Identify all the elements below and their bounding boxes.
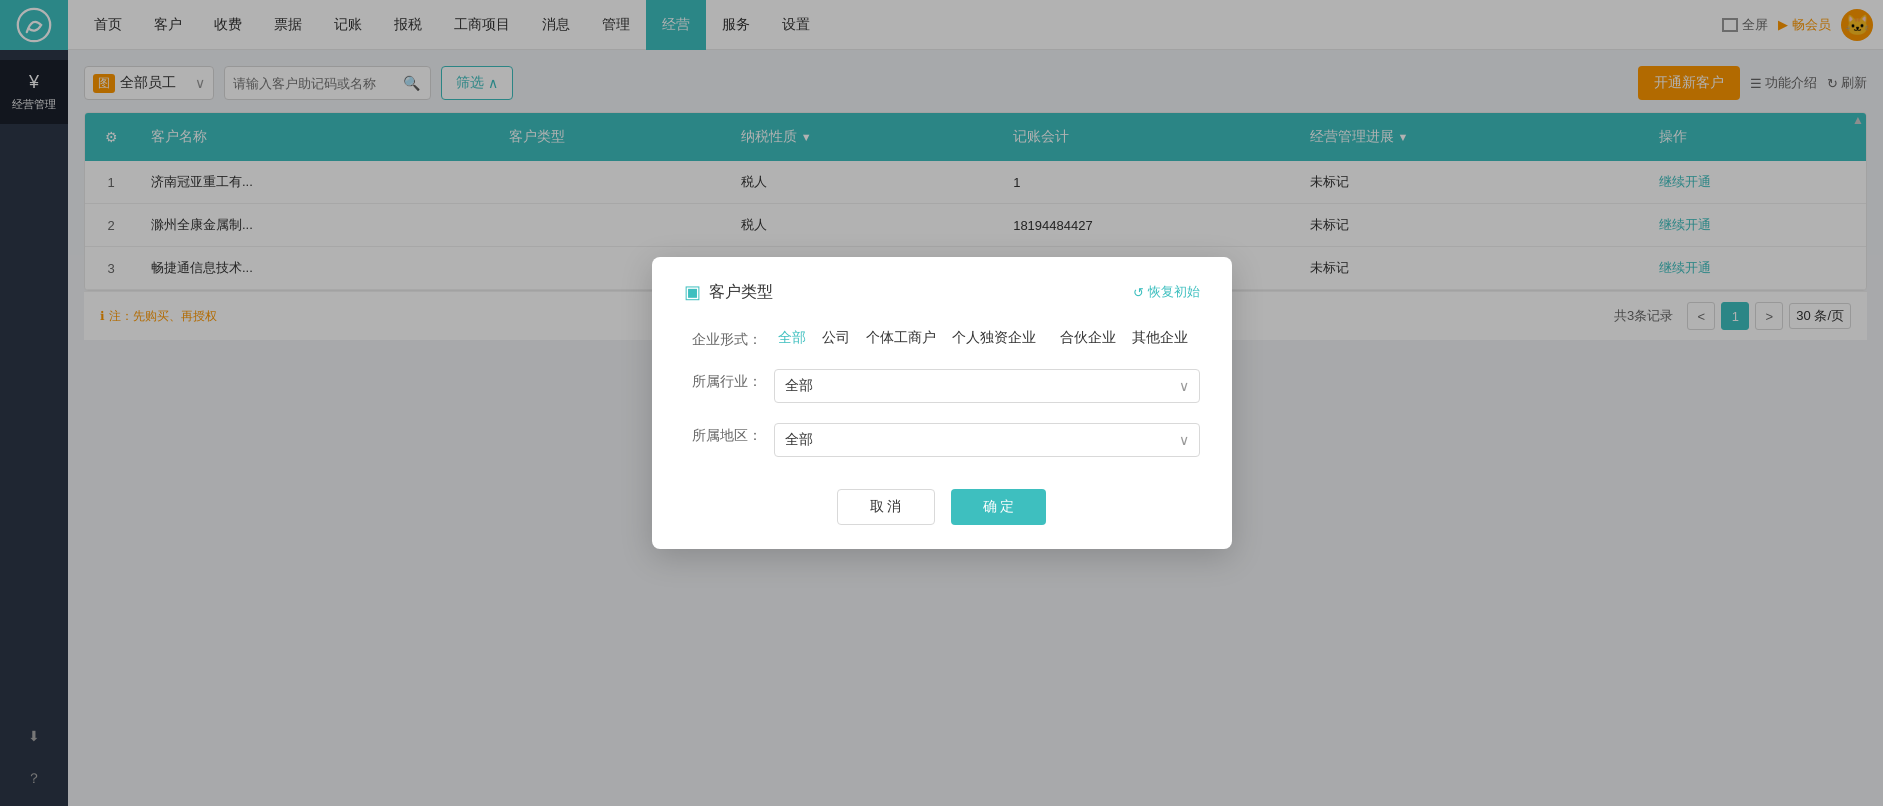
- industry-value: 全部: [785, 377, 813, 395]
- region-arrow-icon: ∨: [1179, 432, 1189, 448]
- filter-dialog-title: ▣ 客户类型: [684, 281, 773, 303]
- enterprise-label: 企业形式：: [684, 327, 774, 349]
- enterprise-option-sole-proprietorship[interactable]: 个人独资企业: [948, 327, 1040, 349]
- industry-row: 所属行业： 全部 ∨: [684, 369, 1200, 403]
- enterprise-option-other[interactable]: 其他企业: [1128, 327, 1192, 349]
- region-value: 全部: [785, 431, 813, 449]
- region-select[interactable]: 全部 ∨: [774, 423, 1200, 457]
- restore-button[interactable]: ↺ 恢复初始: [1133, 283, 1200, 301]
- filter-dialog: ▣ 客户类型 ↺ 恢复初始 企业形式： 全部 公司 个体工商户 个人独资企业 合…: [652, 257, 1232, 549]
- filter-overlay: ▣ 客户类型 ↺ 恢复初始 企业形式： 全部 公司 个体工商户 个人独资企业 合…: [0, 0, 1883, 806]
- dialog-title-text: 客户类型: [709, 282, 773, 303]
- enterprise-form-row: 企业形式： 全部 公司 个体工商户 个人独资企业 合伙企业 其他企业: [684, 327, 1200, 349]
- industry-select[interactable]: 全部 ∨: [774, 369, 1200, 403]
- dialog-title-icon: ▣: [684, 281, 701, 303]
- enterprise-option-partnership[interactable]: 合伙企业: [1056, 327, 1120, 349]
- confirm-button[interactable]: 确 定: [951, 489, 1047, 525]
- cancel-button[interactable]: 取 消: [837, 489, 935, 525]
- dialog-footer: 取 消 确 定: [684, 489, 1200, 525]
- region-label: 所属地区：: [684, 423, 774, 445]
- enterprise-option-company[interactable]: 公司: [818, 327, 854, 349]
- industry-arrow-icon: ∨: [1179, 378, 1189, 394]
- restore-label: 恢复初始: [1148, 283, 1200, 301]
- industry-label: 所属行业：: [684, 369, 774, 391]
- enterprise-options: 全部 公司 个体工商户 个人独资企业 合伙企业 其他企业: [774, 327, 1192, 349]
- region-row: 所属地区： 全部 ∨: [684, 423, 1200, 457]
- enterprise-option-self-employed[interactable]: 个体工商户: [862, 327, 940, 349]
- enterprise-option-all[interactable]: 全部: [774, 327, 810, 349]
- restore-icon: ↺: [1133, 285, 1144, 300]
- filter-dialog-header: ▣ 客户类型 ↺ 恢复初始: [684, 281, 1200, 303]
